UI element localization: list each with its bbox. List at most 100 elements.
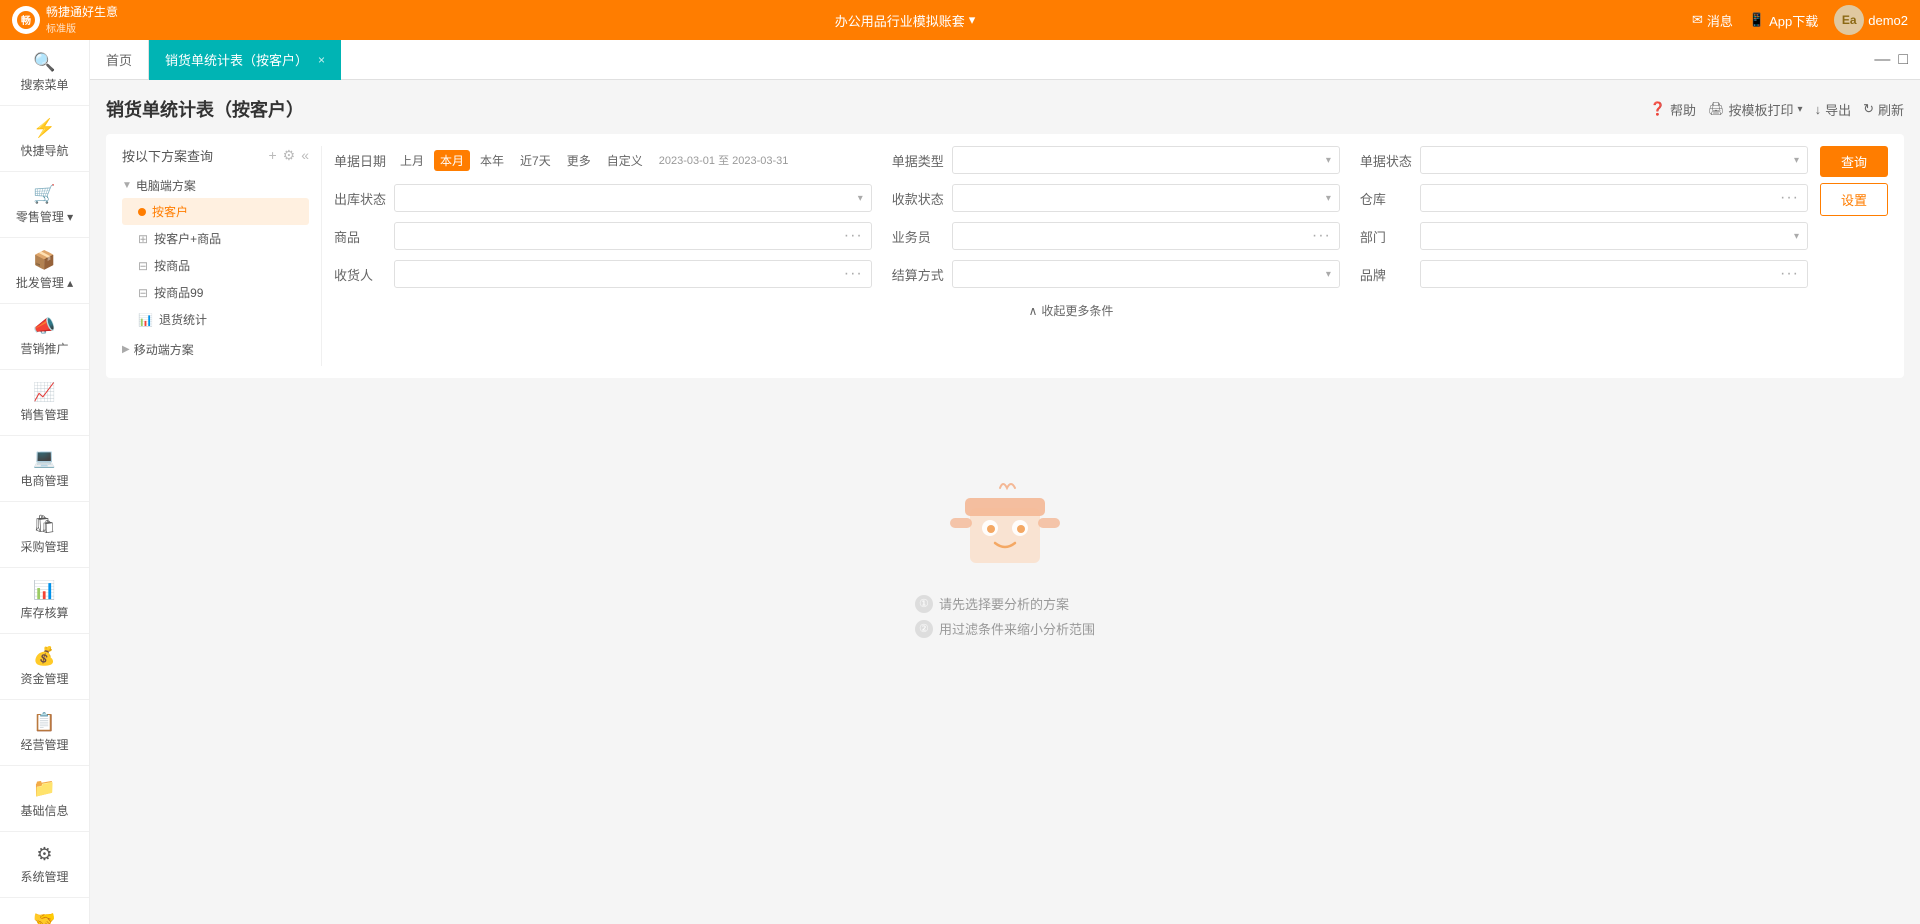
- filter-field-date: 单据日期 上月 本月 本年 近7天 更多: [334, 150, 872, 171]
- date-tab-this-month[interactable]: 本月: [434, 150, 470, 171]
- chart-icon: 📊: [138, 313, 153, 327]
- hint-num-1: ①: [915, 595, 933, 613]
- scheme-add-btn[interactable]: +: [268, 147, 276, 164]
- scheme-collapse-btn[interactable]: «: [301, 147, 309, 164]
- sidebar-item-basic[interactable]: 📁 基础信息: [0, 766, 89, 832]
- department-select[interactable]: [1420, 222, 1808, 250]
- sidebar-item-search-menu[interactable]: 🔍 搜索菜单: [0, 40, 89, 106]
- date-tab-last-7[interactable]: 近7天: [514, 150, 557, 171]
- product-select[interactable]: ···: [394, 222, 872, 250]
- scheme-item-by-customer[interactable]: 按客户: [122, 198, 309, 225]
- refresh-label: 刷新: [1878, 100, 1904, 119]
- table-icon: ⊟: [138, 259, 148, 273]
- salesperson-select[interactable]: ···: [952, 222, 1340, 250]
- product-label: 商品: [334, 227, 394, 246]
- scheme-item-label: 按客户+商品: [154, 230, 221, 247]
- sidebar-item-label: 电商管理: [4, 472, 85, 489]
- sidebar-item-ecommerce[interactable]: 💻 电商管理: [0, 436, 89, 502]
- sidebar-item-system[interactable]: ⚙ 系统管理: [0, 832, 89, 898]
- help-icon: ❓: [1650, 101, 1666, 117]
- date-tab-more[interactable]: 更多: [561, 150, 597, 171]
- message-btn[interactable]: ✉ 消息: [1692, 11, 1733, 30]
- doc-status-arrow-icon: [1794, 155, 1799, 166]
- scheme-item-by-customer-product[interactable]: ⊞ 按客户+商品: [122, 225, 309, 252]
- date-tab-this-year[interactable]: 本年: [474, 150, 510, 171]
- sidebar-item-finance[interactable]: 💰 资金管理: [0, 634, 89, 700]
- active-dot-icon: [138, 208, 146, 216]
- out-status-select[interactable]: [394, 184, 872, 212]
- scheme-item-by-product-99[interactable]: ⊟ 按商品99: [122, 279, 309, 306]
- message-icon: ✉: [1692, 12, 1703, 28]
- doc-type-select[interactable]: [952, 146, 1340, 174]
- mobile-group-label: 移动端方案: [134, 341, 194, 358]
- scheme-group-header-desktop[interactable]: ▼ 电脑端方案: [122, 173, 309, 198]
- consignee-select[interactable]: ···: [394, 260, 872, 288]
- sidebar-item-label: 采购管理: [4, 538, 85, 555]
- collapse-arrow-icon: ∧: [1029, 304, 1038, 318]
- settings-btn[interactable]: 设置: [1820, 183, 1888, 216]
- user-area[interactable]: Ea demo2: [1834, 5, 1908, 35]
- tab-bar: 首页 销货单统计表（按客户） × — □: [90, 40, 1920, 80]
- brand-select[interactable]: ···: [1420, 260, 1808, 288]
- scheme-settings-btn[interactable]: ⚙: [283, 147, 296, 164]
- export-btn[interactable]: ↓ 导出: [1815, 100, 1852, 119]
- filter-field-receipt-status: 收款状态: [892, 184, 1340, 212]
- sidebar-item-cooperation[interactable]: 🤝 企业协同: [0, 898, 89, 924]
- empty-hint-1: ① 请先选择要分析的方案: [915, 594, 1095, 613]
- sidebar-item-marketing[interactable]: 📣 营销推广: [0, 304, 89, 370]
- print-btn[interactable]: 🖨 按模板打印 ▾: [1708, 100, 1803, 119]
- scheme-item-by-product[interactable]: ⊟ 按商品: [122, 252, 309, 279]
- help-btn[interactable]: ❓ 帮助: [1650, 100, 1696, 119]
- sidebar-item-sales[interactable]: 📈 销售管理: [0, 370, 89, 436]
- sidebar-item-label: 销售管理: [4, 406, 85, 423]
- query-btn[interactable]: 查询: [1820, 146, 1888, 177]
- scheme-item-return-stats[interactable]: 📊 退货统计: [122, 306, 309, 333]
- tab-home[interactable]: 首页: [90, 40, 149, 80]
- maximize-btn[interactable]: □: [1898, 51, 1908, 69]
- sidebar-item-operations[interactable]: 📋 经营管理: [0, 700, 89, 766]
- sidebar-item-label: 营销推广: [4, 340, 85, 357]
- operations-icon: 📋: [4, 712, 85, 733]
- date-tab-last-month[interactable]: 上月: [394, 150, 430, 171]
- finance-icon: 💰: [4, 646, 85, 667]
- department-arrow-icon: [1794, 231, 1799, 242]
- quick-nav-icon: ⚡: [4, 118, 85, 139]
- sidebar-item-wholesale[interactable]: 📦 批发管理 ▴: [0, 238, 89, 304]
- sidebar: 🔍 搜索菜单 ⚡ 快捷导航 🛒 零售管理 ▾ 📦 批发管理 ▴ 📣 营销推广 📈: [0, 40, 90, 924]
- print-icon: 🖨: [1708, 101, 1725, 117]
- page-content: 销货单统计表（按客户） ❓ 帮助 🖨 按模板打印 ▾ ↓: [90, 80, 1920, 924]
- logo-app-name: 畅捷通好生意: [46, 5, 118, 19]
- scheme-item-label: 按商品99: [154, 284, 203, 301]
- top-bar-center[interactable]: 办公用品行业模拟账套 ▾: [835, 11, 976, 30]
- payment-arrow-icon: [1326, 269, 1331, 280]
- collapse-row: ∧ 收起更多条件: [334, 298, 1808, 323]
- tab-active-sales-stats[interactable]: 销货单统计表（按客户） ×: [149, 40, 341, 80]
- refresh-btn[interactable]: ↻ 刷新: [1863, 100, 1904, 119]
- scheme-group-header-mobile[interactable]: ▶ 移动端方案: [122, 337, 309, 362]
- sidebar-item-label: 搜索菜单: [4, 76, 85, 93]
- app-download-btn[interactable]: 📱 App下载: [1749, 11, 1818, 30]
- scheme-header: 按以下方案查询 + ⚙ «: [122, 146, 309, 165]
- sidebar-item-label: 基础信息: [4, 802, 85, 819]
- collapse-btn[interactable]: ∧ 收起更多条件: [1017, 298, 1126, 323]
- scheme-tools: + ⚙ «: [268, 147, 309, 164]
- desktop-group-arrow: ▼: [122, 180, 132, 191]
- sidebar-item-quick-nav[interactable]: ⚡ 快捷导航: [0, 106, 89, 172]
- sidebar-item-purchase[interactable]: 🛍 采购管理: [0, 502, 89, 568]
- sidebar-item-inventory[interactable]: 📊 库存核算: [0, 568, 89, 634]
- payment-select[interactable]: [952, 260, 1340, 288]
- filter-field-consignee: 收货人 ···: [334, 260, 872, 288]
- logo-icon: 畅: [12, 6, 40, 34]
- page-title: 销货单统计表（按客户）: [106, 96, 304, 122]
- tab-close-icon[interactable]: ×: [318, 53, 325, 67]
- logo-text-block: 畅捷通好生意 标准版: [46, 5, 118, 34]
- warehouse-select[interactable]: ···: [1420, 184, 1808, 212]
- minimize-btn[interactable]: —: [1874, 51, 1890, 69]
- hint-num-2: ②: [915, 620, 933, 638]
- receipt-status-select[interactable]: [952, 184, 1340, 212]
- scheme-group-mobile: ▶ 移动端方案: [122, 337, 309, 362]
- date-tab-custom[interactable]: 自定义: [601, 150, 649, 171]
- sidebar-item-retail[interactable]: 🛒 零售管理 ▾: [0, 172, 89, 238]
- doc-status-select[interactable]: [1420, 146, 1808, 174]
- filter-field-department: 部门: [1360, 222, 1808, 250]
